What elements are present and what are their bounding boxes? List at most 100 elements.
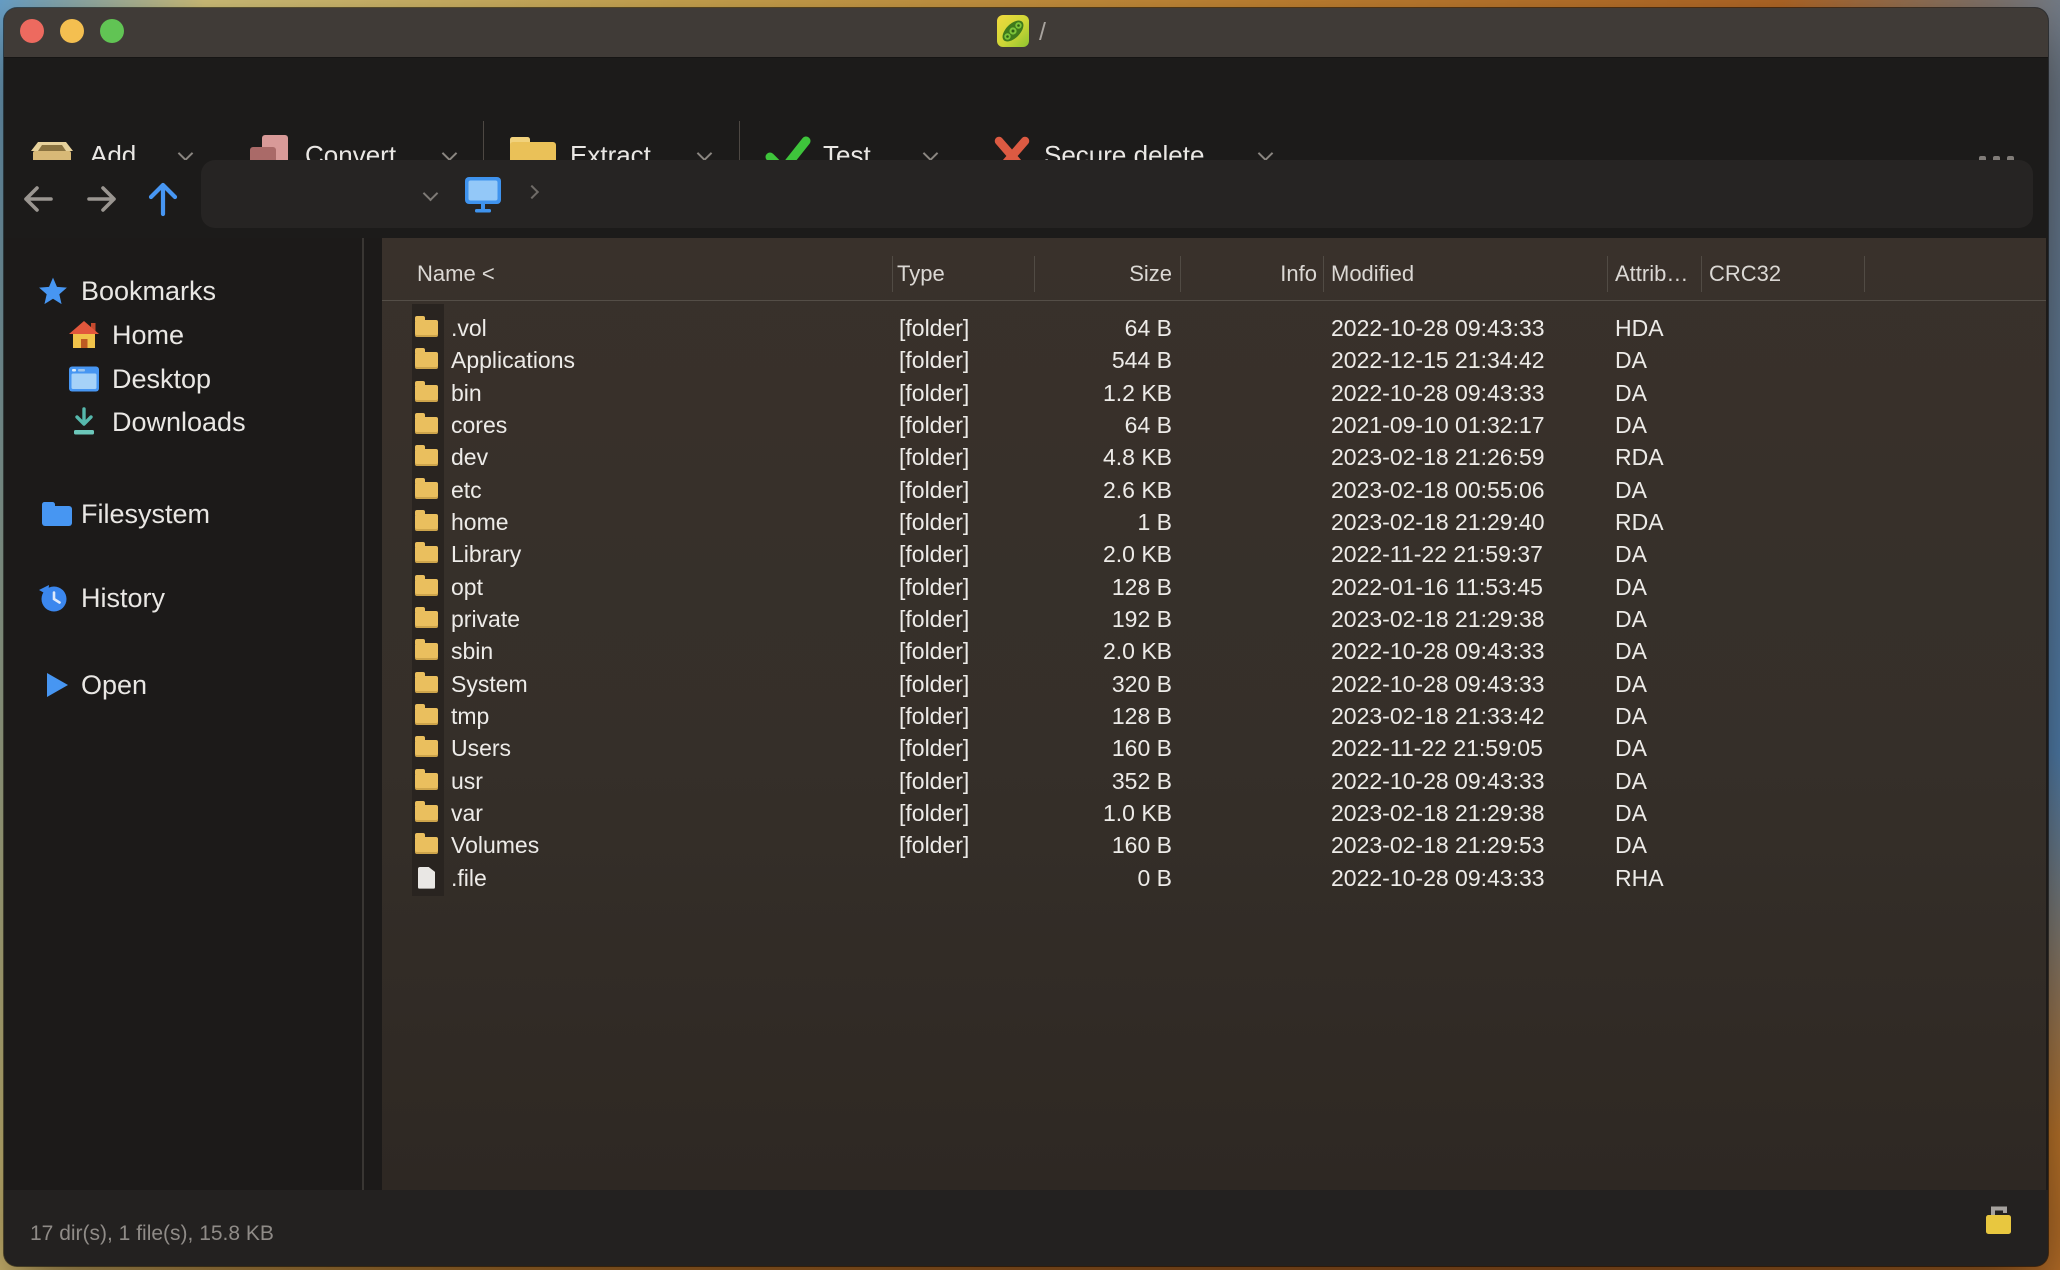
computer-icon[interactable] [463,176,503,214]
minimize-button[interactable] [60,19,84,43]
sidebar-item-home[interactable]: Home [4,313,360,357]
folder-icon [415,579,438,596]
unlocked-padlock-icon[interactable] [1982,1200,2014,1238]
folder-icon [415,611,438,628]
cell-modified: 2022-10-28 09:43:33 [1331,765,1545,797]
cell-name: System [451,668,528,700]
cell-attrib: HDA [1615,312,1664,344]
up-button[interactable] [146,160,180,238]
sidebar-item-bookmarks[interactable]: Bookmarks [4,269,360,313]
cell-size: 128 B [1022,700,1172,732]
cell-type: [folder] [899,732,969,764]
zoom-button[interactable] [100,19,124,43]
more-options-button[interactable] [1979,150,2023,160]
cell-attrib: DA [1615,732,1647,764]
table-row[interactable]: System [folder] 320 B 2022-10-28 09:43:3… [382,668,2046,700]
column-resize-handle[interactable] [1323,256,1324,292]
table-row[interactable]: private [folder] 192 B 2023-02-18 21:29:… [382,603,2046,635]
folder-icon [415,417,438,434]
folder-icon [415,805,438,822]
cell-name: Users [451,732,511,764]
star-icon [38,276,68,306]
path-bar[interactable] [201,160,2033,228]
status-bar: 17 dir(s), 1 file(s), 15.8 KB [4,1190,2048,1266]
breadcrumb-chevron-icon [527,187,541,201]
column-resize-handle[interactable] [1180,256,1181,292]
table-row[interactable]: cores [folder] 64 B 2021-09-10 01:32:17 … [382,409,2046,441]
table-header: Name < Type Size Info Modified Attrib… C… [382,238,2046,301]
cell-name: .vol [451,312,487,344]
column-resize-handle[interactable] [892,256,893,292]
cell-size: 64 B [1022,312,1172,344]
table-row[interactable]: Users [folder] 160 B 2022-11-22 21:59:05… [382,732,2046,764]
file-table-rows: .vol [folder] 64 B 2022-10-28 09:43:33 H… [382,312,2046,894]
column-header-size[interactable]: Size [1022,259,1172,289]
column-resize-handle[interactable] [1034,256,1035,292]
cell-modified: 2022-11-22 21:59:37 [1331,538,1543,570]
folder-icon [415,352,438,369]
cell-attrib: DA [1615,668,1647,700]
sidebar-item-desktop[interactable]: Desktop [4,357,360,401]
cell-attrib: DA [1615,829,1647,861]
table-row[interactable]: .file 0 B 2022-10-28 09:43:33 RHA [382,862,2046,894]
sidebar-item-label: Downloads [112,400,246,444]
table-row[interactable]: etc [folder] 2.6 KB 2023-02-18 00:55:06 … [382,474,2046,506]
titlebar: / [4,8,2048,58]
navigation-bar [4,160,2048,238]
column-header-modified[interactable]: Modified [1331,259,1414,289]
cell-type: [folder] [899,765,969,797]
table-row[interactable]: dev [folder] 4.8 KB 2023-02-18 21:26:59 … [382,441,2046,473]
column-resize-handle[interactable] [1864,256,1865,292]
back-button[interactable] [20,160,56,238]
cell-type: [folder] [899,571,969,603]
forward-button[interactable] [84,160,120,238]
column-header-info[interactable]: Info [1188,259,1317,289]
table-row[interactable]: var [folder] 1.0 KB 2023-02-18 21:29:38 … [382,797,2046,829]
column-resize-handle[interactable] [1607,256,1608,292]
table-row[interactable]: bin [folder] 1.2 KB 2022-10-28 09:43:33 … [382,377,2046,409]
cell-type: [folder] [899,603,969,635]
sidebar-item-label: Bookmarks [81,269,216,313]
table-row[interactable]: opt [folder] 128 B 2022-01-16 11:53:45 D… [382,571,2046,603]
cell-size: 544 B [1022,344,1172,376]
folder-icon [415,773,438,790]
sidebar-item-filesystem[interactable]: Filesystem [4,492,360,536]
sidebar-item-downloads[interactable]: Downloads [4,400,360,444]
cell-name: usr [451,765,483,797]
cell-type: [folder] [899,700,969,732]
desktop: { "window": { "title": "/" }, "toolbar":… [0,0,2060,1270]
cell-size: 128 B [1022,571,1172,603]
cell-name: bin [451,377,482,409]
table-row[interactable]: tmp [folder] 128 B 2023-02-18 21:33:42 D… [382,700,2046,732]
column-resize-handle[interactable] [1701,256,1702,292]
cell-name: Library [451,538,521,570]
table-row[interactable]: usr [folder] 352 B 2022-10-28 09:43:33 D… [382,765,2046,797]
cell-size: 1.2 KB [1022,377,1172,409]
cell-type: [folder] [899,797,969,829]
table-row[interactable]: Volumes [folder] 160 B 2023-02-18 21:29:… [382,829,2046,861]
cell-size: 2.6 KB [1022,474,1172,506]
table-row[interactable]: home [folder] 1 B 2023-02-18 21:29:40 RD… [382,506,2046,538]
table-row[interactable]: sbin [folder] 2.0 KB 2022-10-28 09:43:33… [382,635,2046,667]
close-button[interactable] [20,19,44,43]
cell-size: 4.8 KB [1022,441,1172,473]
cell-size: 1.0 KB [1022,797,1172,829]
cell-size: 1 B [1022,506,1172,538]
column-header-type[interactable]: Type [897,259,945,289]
table-row[interactable]: Applications [folder] 544 B 2022-12-15 2… [382,344,2046,376]
sidebar-item-open[interactable]: Open [4,663,360,707]
path-dropdown-chevron-icon[interactable] [425,188,439,202]
column-header-name[interactable]: Name < [417,259,495,289]
cell-attrib: DA [1615,571,1647,603]
cell-attrib: DA [1615,344,1647,376]
file-icon [418,867,435,889]
cell-name: Applications [451,344,575,376]
cell-name: sbin [451,635,493,667]
column-header-crc32[interactable]: CRC32 [1709,259,1781,289]
column-header-attrib[interactable]: Attrib… [1615,259,1688,289]
cell-type: [folder] [899,441,969,473]
table-row[interactable]: Library [folder] 2.0 KB 2022-11-22 21:59… [382,538,2046,570]
cell-attrib: RHA [1615,862,1664,894]
sidebar-item-history[interactable]: History [4,576,360,620]
table-row[interactable]: .vol [folder] 64 B 2022-10-28 09:43:33 H… [382,312,2046,344]
